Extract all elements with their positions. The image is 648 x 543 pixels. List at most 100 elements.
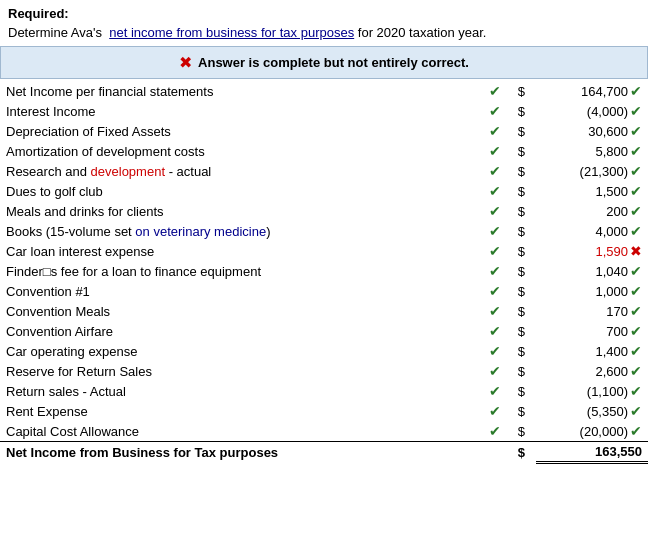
row-icons: ✔ — [447, 241, 507, 261]
check-icon: ✔ — [489, 123, 501, 139]
row-dollar: $ — [507, 341, 537, 361]
table-row: Convention Airfare ✔ $700✔ — [0, 321, 648, 341]
alert-text: Answer is complete but not entirely corr… — [198, 55, 469, 70]
row-dollar: $ — [507, 201, 537, 221]
check-icon: ✔ — [489, 283, 501, 299]
row-icons: ✔ — [447, 321, 507, 341]
table-row: Books (15-volume set on veterinary medic… — [0, 221, 648, 241]
instruction: Determine Ava's net income from business… — [0, 23, 648, 46]
row-value: 1,500✔ — [536, 181, 648, 201]
row-label: Finder□s fee for a loan to finance equip… — [0, 261, 447, 281]
table-row: Convention #1✔$1,000✔ — [0, 281, 648, 301]
check-icon: ✔ — [489, 163, 501, 179]
row-value: 4,000✔ — [536, 221, 648, 241]
alert-bar: ✖ Answer is complete but not entirely co… — [0, 46, 648, 79]
table-row: Rent Expense✔$(5,350)✔ — [0, 401, 648, 421]
row-icons: ✔ — [447, 421, 507, 442]
check-icon-right: ✔ — [630, 263, 642, 279]
row-value: 1,000✔ — [536, 281, 648, 301]
row-icons: ✔ — [447, 181, 507, 201]
check-icon-right: ✔ — [630, 283, 642, 299]
row-dollar: $ — [507, 381, 537, 401]
row-dollar: $ — [507, 421, 537, 442]
row-dollar: $ — [507, 321, 537, 341]
error-icon: ✖ — [179, 53, 192, 72]
row-value: 1,590✖ — [536, 241, 648, 261]
check-icon-right: ✔ — [630, 363, 642, 379]
row-value: (20,000)✔ — [536, 421, 648, 442]
check-icon: ✔ — [489, 403, 501, 419]
check-icon-right: ✔ — [630, 223, 642, 239]
row-label: Amortization of development costs — [0, 141, 447, 161]
row-icons: ✔ — [447, 261, 507, 281]
row-label: Convention #1 — [0, 281, 447, 301]
row-label: Convention Meals — [0, 301, 447, 321]
check-icon-right: ✔ — [630, 163, 642, 179]
total-label: Net Income from Business for Tax purpose… — [0, 442, 447, 463]
row-label: Convention Airfare — [0, 321, 447, 341]
row-value: (21,300)✔ — [536, 161, 648, 181]
row-label: Capital Cost Allowance — [0, 421, 447, 442]
check-icon-right: ✔ — [630, 343, 642, 359]
check-icon-right: ✔ — [630, 303, 642, 319]
required-label: Required: — [0, 0, 648, 23]
check-icon-right: ✔ — [630, 383, 642, 399]
check-icon: ✔ — [489, 243, 501, 259]
check-icon-right: ✔ — [630, 103, 642, 119]
check-icon: ✔ — [489, 343, 501, 359]
table-row: Car loan interest expense ✔ $1,590✖ — [0, 241, 648, 261]
check-icon: ✔ — [489, 383, 501, 399]
row-value: (5,350)✔ — [536, 401, 648, 421]
row-dollar: $ — [507, 161, 537, 181]
row-label: Rent Expense — [0, 401, 447, 421]
table-row: Dues to golf club✔$1,500✔ — [0, 181, 648, 201]
row-icons: ✔ — [447, 221, 507, 241]
row-icons: ✔ — [447, 81, 507, 101]
row-icons: ✔ — [447, 161, 507, 181]
table-row: Finder□s fee for a loan to finance equip… — [0, 261, 648, 281]
table-row: Return sales - Actual ✔ $(1,100)✔ — [0, 381, 648, 401]
row-icons: ✔ — [447, 381, 507, 401]
row-dollar: $ — [507, 221, 537, 241]
row-label: Return sales - Actual — [0, 381, 447, 401]
check-icon-right: ✔ — [630, 323, 642, 339]
check-icon-right: ✔ — [630, 203, 642, 219]
check-icon-right: ✔ — [630, 83, 642, 99]
total-value: 163,550 — [536, 442, 648, 463]
check-icon: ✔ — [489, 323, 501, 339]
total-dollar: $ — [507, 442, 537, 463]
check-icon-right: ✔ — [630, 423, 642, 439]
check-icon: ✔ — [489, 423, 501, 439]
row-value: 5,800✔ — [536, 141, 648, 161]
error-circle-icon: ✖ — [630, 243, 642, 259]
check-icon: ✔ — [489, 183, 501, 199]
row-dollar: $ — [507, 121, 537, 141]
row-value: 1,400✔ — [536, 341, 648, 361]
total-icons — [447, 442, 507, 463]
row-value: 700✔ — [536, 321, 648, 341]
table-row: Research and development - actual ✔ $(21,3… — [0, 161, 648, 181]
row-value: 170✔ — [536, 301, 648, 321]
table-row: Meals and drinks for clients✔$200✔ — [0, 201, 648, 221]
table-row: Interest Income✔$(4,000)✔ — [0, 101, 648, 121]
row-value: 30,600✔ — [536, 121, 648, 141]
row-label: Research and development - actual — [0, 161, 447, 181]
check-icon-right: ✔ — [630, 183, 642, 199]
row-label: Net Income per financial statements — [0, 81, 447, 101]
check-icon: ✔ — [489, 203, 501, 219]
row-label: Car loan interest expense — [0, 241, 447, 261]
row-value: 2,600✔ — [536, 361, 648, 381]
row-value: 200✔ — [536, 201, 648, 221]
check-icon-right: ✔ — [630, 123, 642, 139]
row-icons: ✔ — [447, 101, 507, 121]
check-icon: ✔ — [489, 303, 501, 319]
row-dollar: $ — [507, 241, 537, 261]
table-row: Capital Cost Allowance ✔ $(20,000)✔ — [0, 421, 648, 442]
table-row: Amortization of development costs✔$5,800… — [0, 141, 648, 161]
row-label: Depreciation of Fixed Assets — [0, 121, 447, 141]
row-value: 164,700✔ — [536, 81, 648, 101]
row-value: (1,100)✔ — [536, 381, 648, 401]
row-icons: ✔ — [447, 341, 507, 361]
row-label: Dues to golf club — [0, 181, 447, 201]
row-value: (4,000)✔ — [536, 101, 648, 121]
